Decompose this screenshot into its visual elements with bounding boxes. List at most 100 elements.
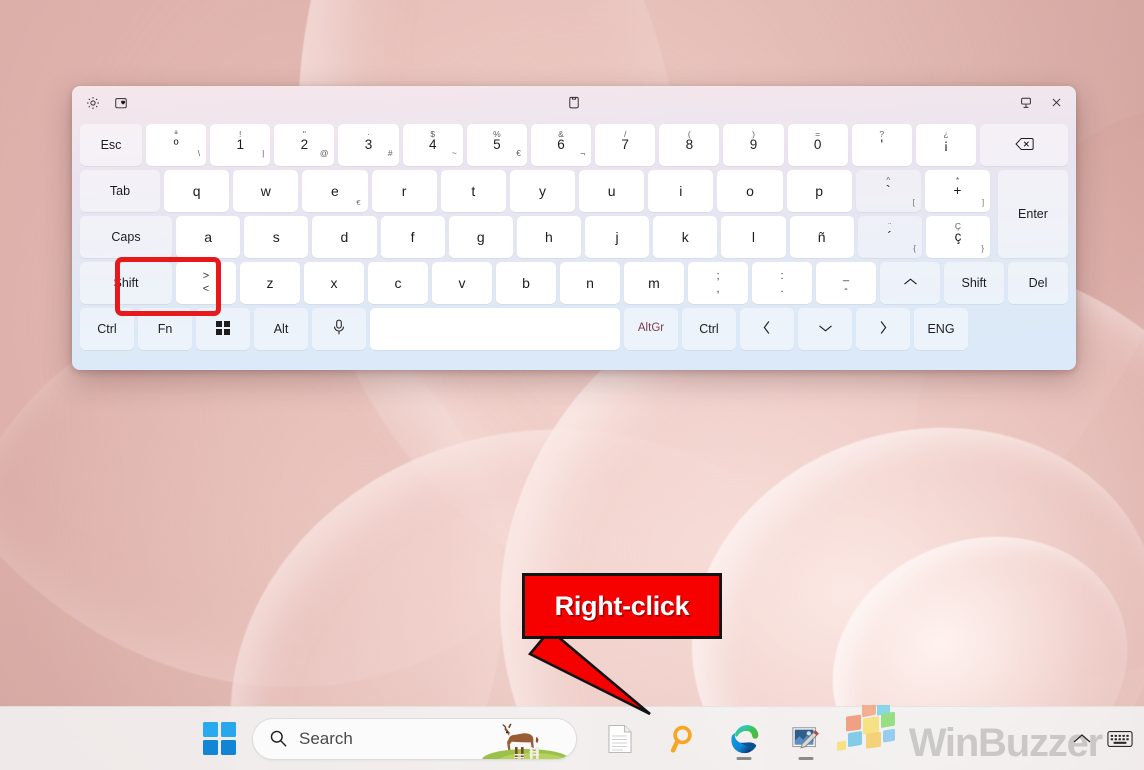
key-delete[interactable]: Del	[1008, 262, 1068, 304]
start-button[interactable]	[196, 716, 242, 762]
key-i[interactable]: i	[648, 170, 714, 212]
key-glyph-altgr: \	[197, 148, 201, 158]
key-ctrl-left[interactable]: Ctrl	[80, 308, 134, 350]
key-enye[interactable]: ñ	[789, 216, 854, 258]
key-w[interactable]: w	[233, 170, 299, 212]
key-h[interactable]: h	[516, 216, 582, 258]
key-d[interactable]: d	[312, 216, 377, 258]
key-enter[interactable]: Enter	[998, 170, 1068, 258]
key-y[interactable]: y	[509, 170, 576, 212]
key-plus[interactable]: * + ]	[924, 170, 991, 212]
key-a[interactable]: a	[176, 216, 241, 258]
key-grave-accent[interactable]: ^ ` [	[855, 170, 921, 212]
key-glyph-top: >	[202, 270, 210, 283]
key-5[interactable]: % 5 €	[466, 124, 527, 166]
key-arrow-up[interactable]	[880, 262, 940, 304]
key-s[interactable]: s	[244, 216, 309, 258]
key-1[interactable]: ! 1 |	[210, 124, 271, 166]
key-m[interactable]: m	[624, 262, 684, 304]
key-c-cedilla[interactable]: Ç ç }	[925, 216, 991, 258]
key-inverted-exclamation[interactable]: ¿ ¡	[915, 124, 977, 166]
key-c[interactable]: c	[368, 262, 428, 304]
key-apostrophe[interactable]: ? '	[851, 124, 912, 166]
key-tab[interactable]: Tab	[80, 170, 160, 212]
gear-icon[interactable]	[79, 90, 107, 115]
key-language-eng[interactable]: ENG	[914, 308, 968, 350]
key-l[interactable]: l	[721, 216, 786, 258]
key-g[interactable]: g	[448, 216, 513, 258]
key-0[interactable]: = 0	[787, 124, 848, 166]
key-arrow-down[interactable]	[798, 308, 852, 350]
key-glyph-altgr: |	[262, 148, 265, 158]
key-period[interactable]: : .	[752, 262, 812, 304]
taskbar-item-paint[interactable]	[785, 716, 827, 762]
key-z[interactable]: z	[240, 262, 300, 304]
key-7[interactable]: / 7	[595, 124, 656, 166]
key-hyphen[interactable]: _ -	[816, 262, 876, 304]
key-alt-left[interactable]: Alt	[254, 308, 308, 350]
key-t[interactable]: t	[440, 170, 506, 212]
key-glyph-top: )	[752, 129, 755, 139]
key-glyph-main: 3	[364, 137, 373, 153]
key-n[interactable]: n	[560, 262, 620, 304]
key-u[interactable]: u	[579, 170, 645, 212]
key-space[interactable]	[370, 308, 620, 350]
key-masculine-ordinal[interactable]: ª º \	[146, 124, 207, 166]
key-8[interactable]: ( 8	[659, 124, 720, 166]
key-shift-right[interactable]: Shift	[944, 262, 1004, 304]
keyboard-title-bar	[72, 86, 1076, 119]
key-shift-left[interactable]: Shift	[80, 262, 172, 304]
key-less-greater[interactable]: > <	[176, 262, 236, 304]
close-icon[interactable]	[1042, 90, 1070, 115]
key-9[interactable]: ) 9	[723, 124, 784, 166]
key-glyph-main: º	[173, 137, 179, 153]
key-o[interactable]: o	[717, 170, 783, 212]
key-q[interactable]: q	[164, 170, 230, 212]
key-r[interactable]: r	[371, 170, 437, 212]
taskbar-item-everything-search[interactable]	[661, 716, 703, 762]
key-backspace[interactable]	[980, 124, 1069, 166]
key-glyph-altgr: €	[516, 148, 521, 158]
key-windows[interactable]	[196, 308, 250, 350]
taskbar-item-microsoft-edge[interactable]	[723, 716, 765, 762]
key-glyph-main: 6	[557, 137, 565, 153]
key-b[interactable]: b	[496, 262, 556, 304]
key-k[interactable]: k	[653, 216, 718, 258]
taskbar-item-notepad[interactable]	[599, 716, 641, 762]
key-comma[interactable]: ; ,	[688, 262, 748, 304]
key-esc[interactable]: Esc	[80, 124, 142, 166]
keyboard-row-bottom: Ctrl Fn Alt Alt Gr Ctrl ENG	[80, 308, 1068, 350]
search-input[interactable]: Search	[252, 717, 577, 760]
key-p[interactable]: p	[786, 170, 852, 212]
key-alt-gr[interactable]: Alt Gr	[624, 308, 678, 350]
system-tray	[1066, 719, 1136, 759]
key-ctrl-right[interactable]: Ctrl	[682, 308, 736, 350]
key-fn[interactable]: Fn	[138, 308, 192, 350]
key-2[interactable]: " 2 @	[274, 124, 335, 166]
running-indicator	[798, 756, 814, 760]
clipboard-icon[interactable]	[560, 90, 588, 115]
key-glyph-main: 7	[621, 137, 629, 153]
key-arrow-left[interactable]	[740, 308, 794, 350]
key-4[interactable]: $ 4 ~	[402, 124, 463, 166]
key-f[interactable]: f	[380, 216, 445, 258]
search-icon	[269, 729, 288, 748]
dock-undock-icon[interactable]	[1012, 90, 1040, 115]
key-x[interactable]: x	[304, 262, 364, 304]
key-caps-lock[interactable]: Caps	[80, 216, 172, 258]
key-acute-accent[interactable]: ¨ ´ {	[857, 216, 922, 258]
key-j[interactable]: j	[585, 216, 650, 258]
key-3[interactable]: · 3 #	[338, 124, 399, 166]
key-glyph-top: ª	[174, 129, 178, 139]
right-click-callout: Right-click	[522, 573, 722, 639]
key-6[interactable]: & 6 ¬	[530, 124, 592, 166]
key-v[interactable]: v	[432, 262, 492, 304]
keyboard-keys-area: Esc ª º \ ! 1 | " 2 @ · 3 # $ 4 ~ % 5 € …	[72, 119, 1076, 359]
chevron-up-icon[interactable]	[1066, 719, 1098, 759]
key-microphone[interactable]	[312, 308, 366, 350]
emoji-panel-icon[interactable]	[107, 90, 135, 115]
key-e[interactable]: e €	[302, 170, 368, 212]
key-glyph-top: /	[623, 129, 627, 139]
key-arrow-right[interactable]	[856, 308, 910, 350]
touch-keyboard-icon[interactable]	[1104, 719, 1136, 759]
